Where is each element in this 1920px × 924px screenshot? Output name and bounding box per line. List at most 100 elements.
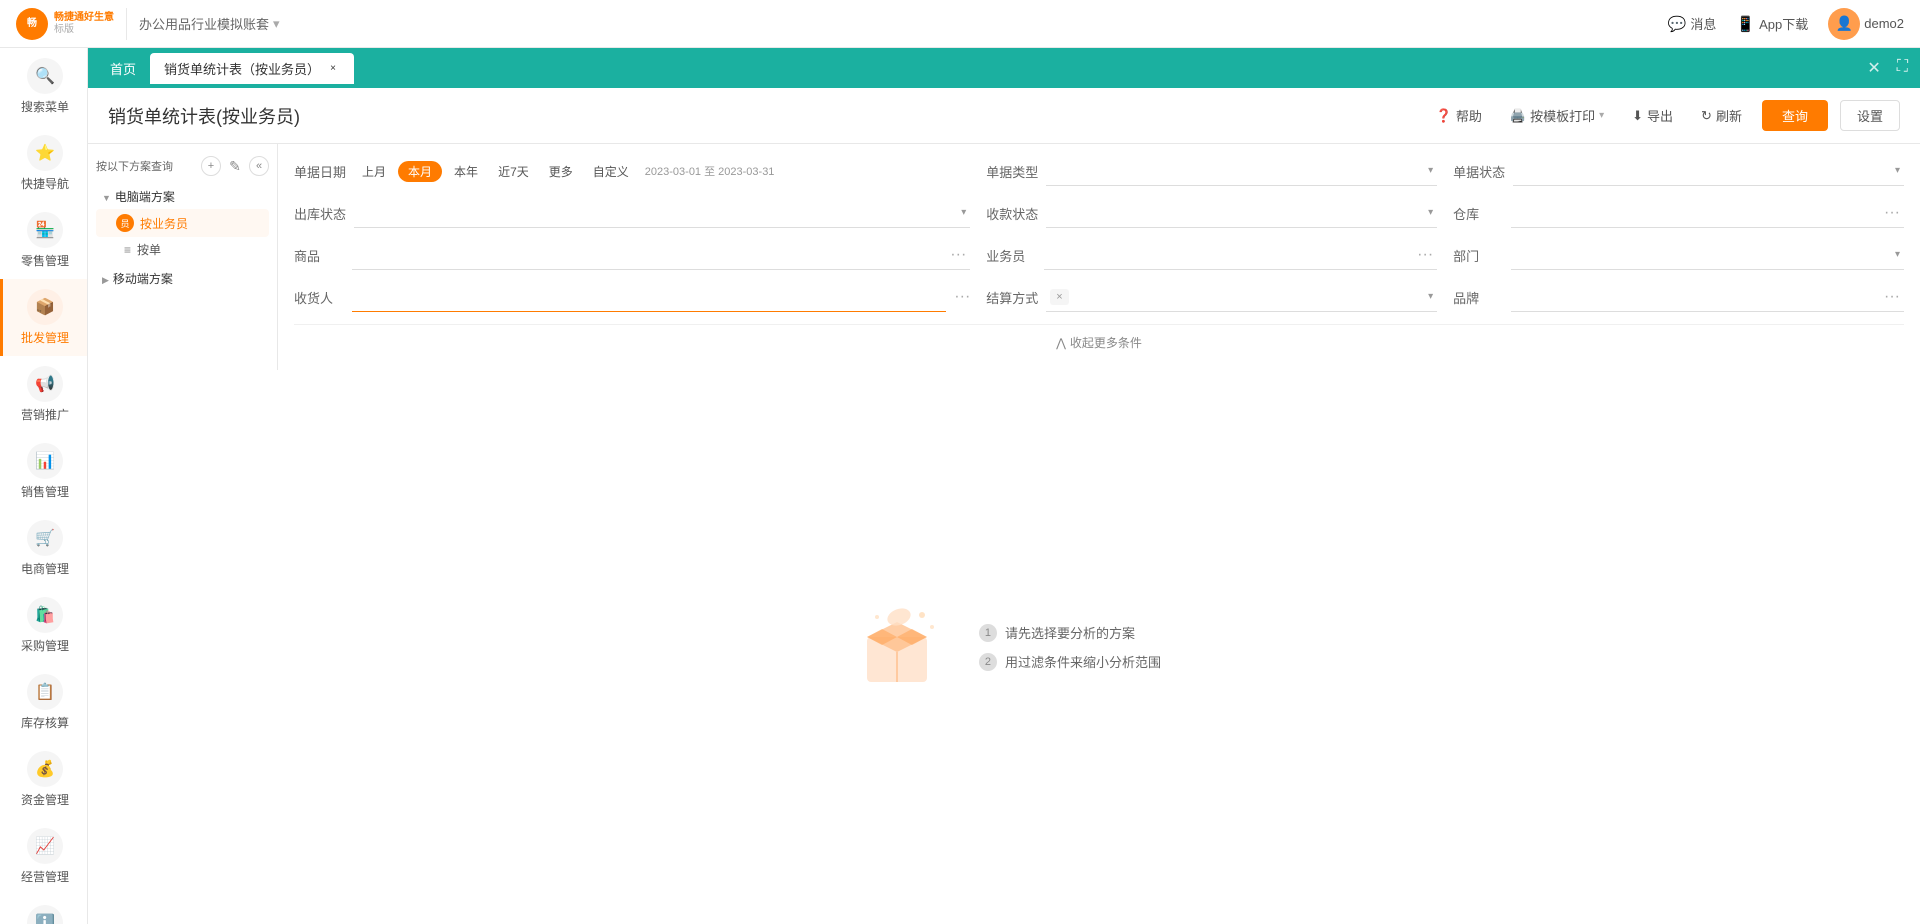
doc-status-field: 单据状态 ▾ xyxy=(1453,156,1904,186)
sidebar-item-purchase[interactable]: 🛍️ 采购管理 xyxy=(0,587,87,664)
goods-dots-icon[interactable]: ··· xyxy=(950,246,966,264)
sidebar-item-retail[interactable]: 🏪 零售管理 xyxy=(0,202,87,279)
sidebar-item-inventory[interactable]: 📋 库存核算 xyxy=(0,664,87,741)
sales-icon: 📊 xyxy=(27,443,63,479)
query-btn[interactable]: 查询 xyxy=(1762,100,1828,131)
date-this-year-btn[interactable]: 本年 xyxy=(446,161,486,182)
salesperson-label: 业务员 xyxy=(986,246,1036,265)
brand-dots-icon[interactable]: ··· xyxy=(1884,288,1900,306)
empty-tip-1: 1 请先选择要分析的方案 xyxy=(979,623,1161,642)
page-content: 销货单统计表(按业务员) ❓ 帮助 🖨️ 按模板打印 ▾ ⬇ 导出 xyxy=(88,88,1920,924)
edit-scheme-btn[interactable]: ✎ xyxy=(225,156,245,176)
print-btn[interactable]: 🖨️ 按模板打印 ▾ xyxy=(1502,102,1612,129)
refresh-btn[interactable]: ↻ 刷新 xyxy=(1693,102,1750,129)
scheme-item-order[interactable]: ≡ 按单 xyxy=(96,237,269,262)
empty-tip-2: 2 用过滤条件来缩小分析范围 xyxy=(979,652,1161,671)
scheme-header: 按以下方案查询 + ✎ « xyxy=(96,156,269,176)
add-scheme-btn[interactable]: + xyxy=(201,156,221,176)
sidebar-item-wholesale[interactable]: 📦 批发管理 xyxy=(0,279,87,356)
scheme-actions: + ✎ « xyxy=(201,156,269,176)
sidebar-item-finance[interactable]: 💰 资金管理 xyxy=(0,741,87,818)
sidebar-item-quick-nav[interactable]: ⭐ 快捷导航 xyxy=(0,125,87,202)
mobile-group-label: 移动端方案 xyxy=(113,270,173,287)
content-area: 首页 销货单统计表（按业务员） × ✕ ⛶ 销货单统计表(按业务员) ❓ 帮助 xyxy=(88,48,1920,924)
settle-method-tag-close[interactable]: × xyxy=(1056,291,1062,303)
sidebar-item-ecommerce[interactable]: 🛒 电商管理 xyxy=(0,510,87,587)
date-more-btn[interactable]: 更多 xyxy=(541,161,581,182)
goods-field: 商品 ··· xyxy=(294,240,970,270)
sidebar-item-search[interactable]: 🔍 搜索菜单 xyxy=(0,48,87,125)
app-download-btn[interactable]: 📱 App下载 xyxy=(1736,14,1808,33)
warehouse-select[interactable]: ··· xyxy=(1511,198,1904,228)
scheme-active-icon: 员 xyxy=(116,214,134,232)
payment-status-chevron-icon: ▾ xyxy=(1428,207,1433,218)
filter-row-2: 出库状态 ▾ 收款状态 ▾ xyxy=(294,198,1904,228)
page-title: 销货单统计表(按业务员) xyxy=(108,103,300,129)
warehouse-field: 仓库 ··· xyxy=(1453,198,1904,228)
tab-close-btn[interactable]: × xyxy=(326,61,340,75)
brand-select[interactable]: ··· xyxy=(1511,282,1904,312)
message-icon: 💬 xyxy=(1668,15,1687,33)
sidebar-item-sales[interactable]: 📊 销售管理 xyxy=(0,433,87,510)
message-btn[interactable]: 💬 消息 xyxy=(1668,14,1717,33)
warehouse-label: 仓库 xyxy=(1453,204,1503,223)
export-btn[interactable]: ⬇ 导出 xyxy=(1624,102,1681,129)
filter-row-4: 收货人 ··· 结算方式 × ▾ xyxy=(294,282,1904,312)
doc-status-select[interactable]: ▾ xyxy=(1513,156,1904,186)
empty-state-content: 1 请先选择要分析的方案 2 用过滤条件来缩小分析范围 xyxy=(847,597,1161,697)
scheme-group-pc-title[interactable]: 电脑端方案 xyxy=(96,184,269,209)
settle-method-chevron-icon: ▾ xyxy=(1428,291,1433,302)
logo-icon: 畅 xyxy=(16,8,48,40)
tab-active[interactable]: 销货单统计表（按业务员） × xyxy=(150,53,354,84)
sidebar-item-marketing[interactable]: 📢 营销推广 xyxy=(0,356,87,433)
order-icon: ≡ xyxy=(124,243,131,257)
avatar: 👤 xyxy=(1828,8,1860,40)
scheme-group-mobile-title[interactable]: 移动端方案 xyxy=(96,266,269,291)
scheme-item-salesperson[interactable]: 员 按业务员 xyxy=(96,209,269,237)
out-status-select[interactable]: ▾ xyxy=(354,198,970,228)
settle-method-select[interactable]: × ▾ xyxy=(1046,282,1437,312)
retail-icon: 🏪 xyxy=(27,212,63,248)
filter-form: 单据日期 上月 本月 本年 近7天 更多 自定义 2023-03-01 至 20… xyxy=(278,144,1920,370)
doc-type-chevron-icon: ▾ xyxy=(1428,165,1433,176)
dept-field: 部门 ▾ xyxy=(1453,240,1904,270)
warehouse-dots-icon[interactable]: ··· xyxy=(1884,204,1900,222)
help-btn[interactable]: ❓ 帮助 xyxy=(1428,102,1490,129)
refresh-icon: ↻ xyxy=(1701,108,1712,124)
empty-tips: 1 请先选择要分析的方案 2 用过滤条件来缩小分析范围 xyxy=(979,623,1161,671)
tab-home[interactable]: 首页 xyxy=(96,53,150,84)
goods-select[interactable]: ··· xyxy=(352,240,970,270)
salesperson-dots-icon[interactable]: ··· xyxy=(1417,246,1433,264)
header-right: 💬 消息 📱 App下载 👤 demo2 xyxy=(1668,8,1904,40)
date-this-month-btn[interactable]: 本月 xyxy=(398,161,442,182)
consignee-dots-icon[interactable]: ··· xyxy=(954,288,970,306)
settings-btn[interactable]: 设置 xyxy=(1840,100,1900,131)
consignee-input[interactable] xyxy=(352,282,946,312)
date-label: 单据日期 xyxy=(294,162,346,181)
date-custom-btn[interactable]: 自定义 xyxy=(585,161,637,182)
main-layout: 🔍 搜索菜单 ⭐ 快捷导航 🏪 零售管理 📦 批发管理 📢 营销推广 📊 销售管… xyxy=(0,48,1920,924)
dept-select[interactable]: ▾ xyxy=(1511,240,1904,270)
sidebar-item-basics[interactable]: ℹ️ 基础信息 xyxy=(0,895,87,924)
payment-status-select[interactable]: ▾ xyxy=(1046,198,1437,228)
close-tab-btn[interactable]: ✕ xyxy=(1863,54,1884,82)
date-last-month-btn[interactable]: 上月 xyxy=(354,161,394,182)
header-divider xyxy=(126,8,127,40)
user-avatar-area[interactable]: 👤 demo2 xyxy=(1828,8,1904,40)
doc-status-label: 单据状态 xyxy=(1453,162,1505,181)
filter-panel: 按以下方案查询 + ✎ « 电脑端方案 xyxy=(88,144,1920,370)
doc-type-select[interactable]: ▾ xyxy=(1046,156,1437,186)
sidebar-item-operations[interactable]: 📈 经营管理 xyxy=(0,818,87,895)
salesperson-select[interactable]: ··· xyxy=(1044,240,1437,270)
salesperson-scheme-label: 按业务员 xyxy=(140,215,188,232)
collapse-icon: ⋀ xyxy=(1056,336,1066,350)
collapse-btn[interactable]: ⋀ 收起更多条件 xyxy=(1044,331,1154,354)
tab-bar: 首页 销货单统计表（按业务员） × ✕ ⛶ xyxy=(88,48,1920,88)
tip-1-num: 1 xyxy=(979,624,997,642)
scheme-group-pc: 电脑端方案 员 按业务员 ≡ 按单 xyxy=(96,184,269,262)
purchase-icon: 🛍️ xyxy=(27,597,63,633)
date-7days-btn[interactable]: 近7天 xyxy=(490,161,537,182)
collapse-scheme-btn[interactable]: « xyxy=(249,156,269,176)
collapse-icon xyxy=(102,272,109,286)
maximize-tab-btn[interactable]: ⛶ xyxy=(1893,54,1912,82)
